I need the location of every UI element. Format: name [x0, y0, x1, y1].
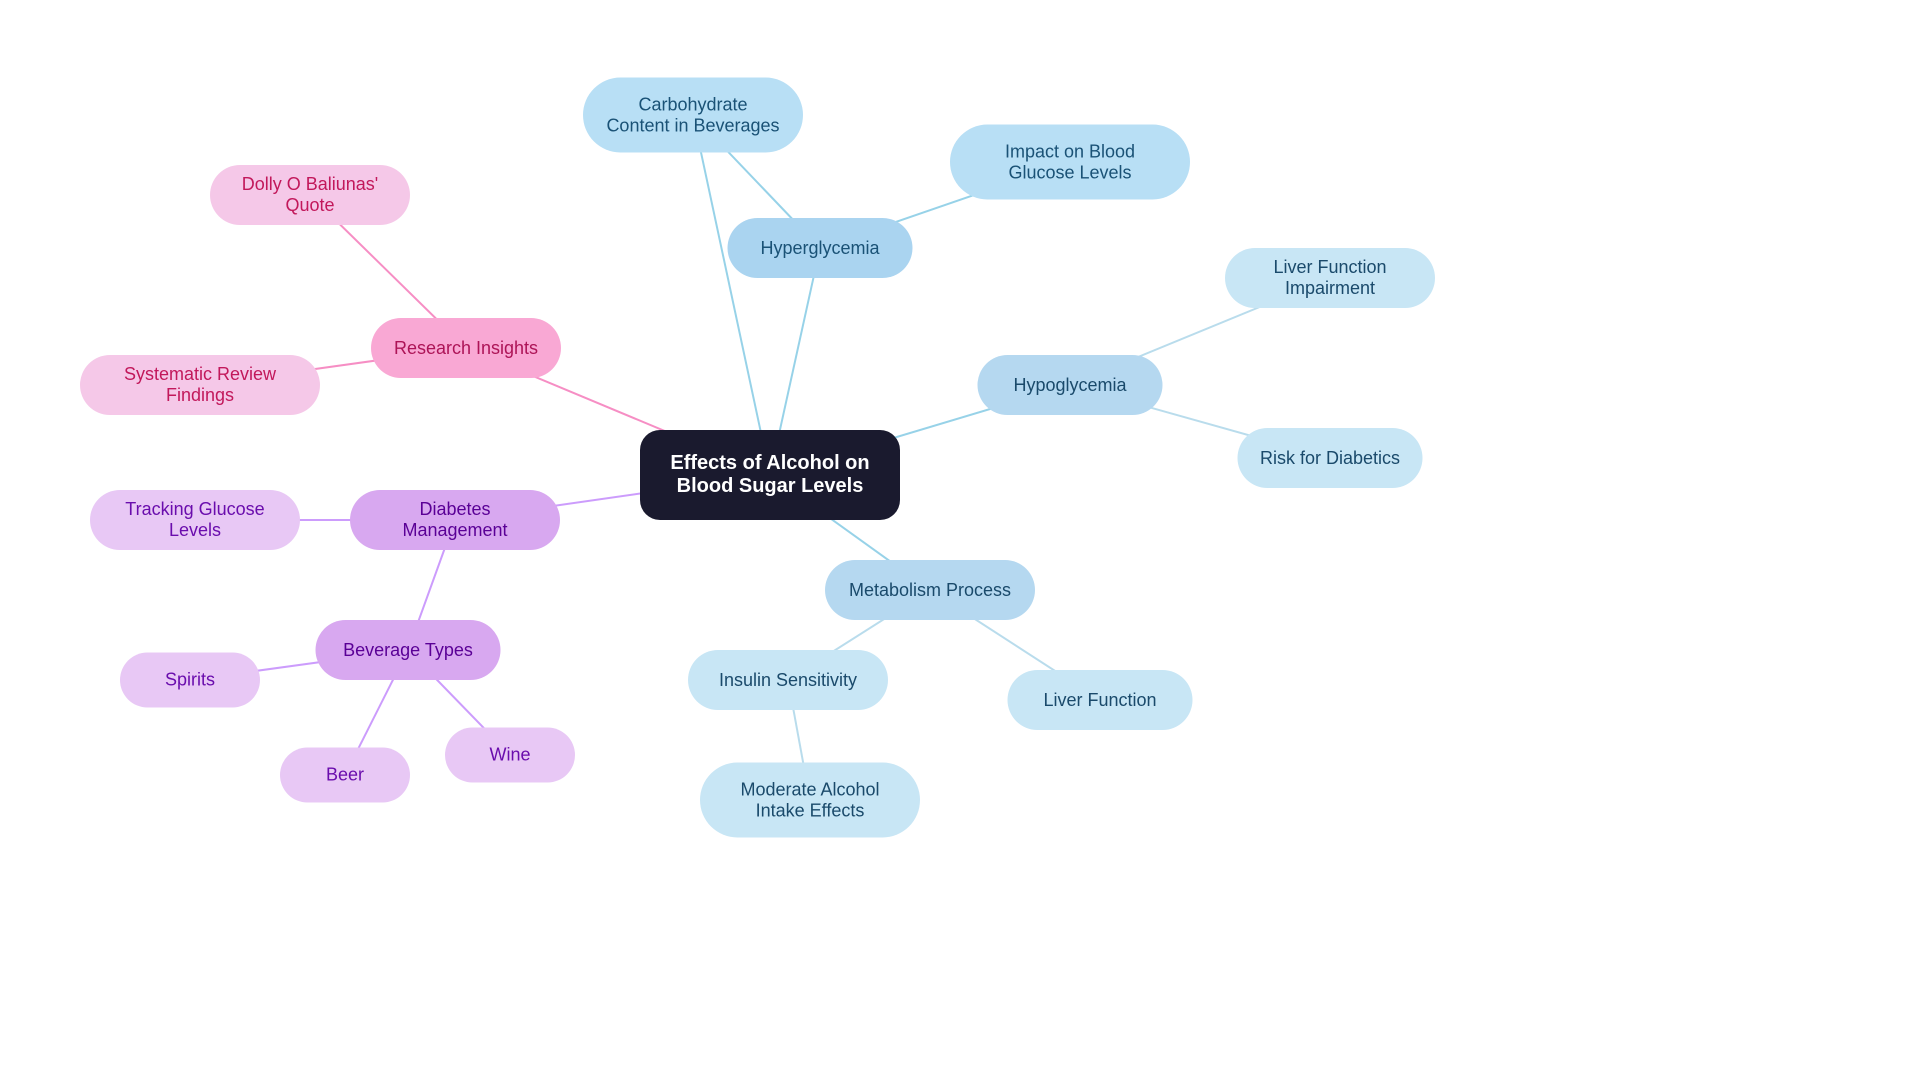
node-carbohydrate[interactable]: Carbohydrate Content in Beverages	[583, 78, 803, 153]
node-wine[interactable]: Wine	[445, 728, 575, 783]
node-liver-function[interactable]: Liver Function	[1008, 670, 1193, 730]
node-research-insights[interactable]: Research Insights	[371, 318, 561, 378]
mind-map: Effects of Alcohol on Blood Sugar Levels…	[0, 0, 1920, 1083]
node-systematic-review[interactable]: Systematic Review Findings	[80, 355, 320, 415]
center-node[interactable]: Effects of Alcohol on Blood Sugar Levels	[640, 430, 900, 520]
node-spirits[interactable]: Spirits	[120, 653, 260, 708]
node-hypoglycemia[interactable]: Hypoglycemia	[978, 355, 1163, 415]
node-impact-glucose[interactable]: Impact on Blood Glucose Levels	[950, 125, 1190, 200]
node-hyperglycemia[interactable]: Hyperglycemia	[728, 218, 913, 278]
node-beer[interactable]: Beer	[280, 748, 410, 803]
node-metabolism[interactable]: Metabolism Process	[825, 560, 1035, 620]
node-diabetes-mgmt[interactable]: Diabetes Management	[350, 490, 560, 550]
node-moderate-alcohol[interactable]: Moderate Alcohol Intake Effects	[700, 763, 920, 838]
node-insulin-sensitivity[interactable]: Insulin Sensitivity	[688, 650, 888, 710]
node-liver-impairment[interactable]: Liver Function Impairment	[1225, 248, 1435, 308]
node-risk-diabetics[interactable]: Risk for Diabetics	[1238, 428, 1423, 488]
node-tracking-glucose[interactable]: Tracking Glucose Levels	[90, 490, 300, 550]
node-beverage-types[interactable]: Beverage Types	[316, 620, 501, 680]
node-dolly-quote[interactable]: Dolly O Baliunas' Quote	[210, 165, 410, 225]
